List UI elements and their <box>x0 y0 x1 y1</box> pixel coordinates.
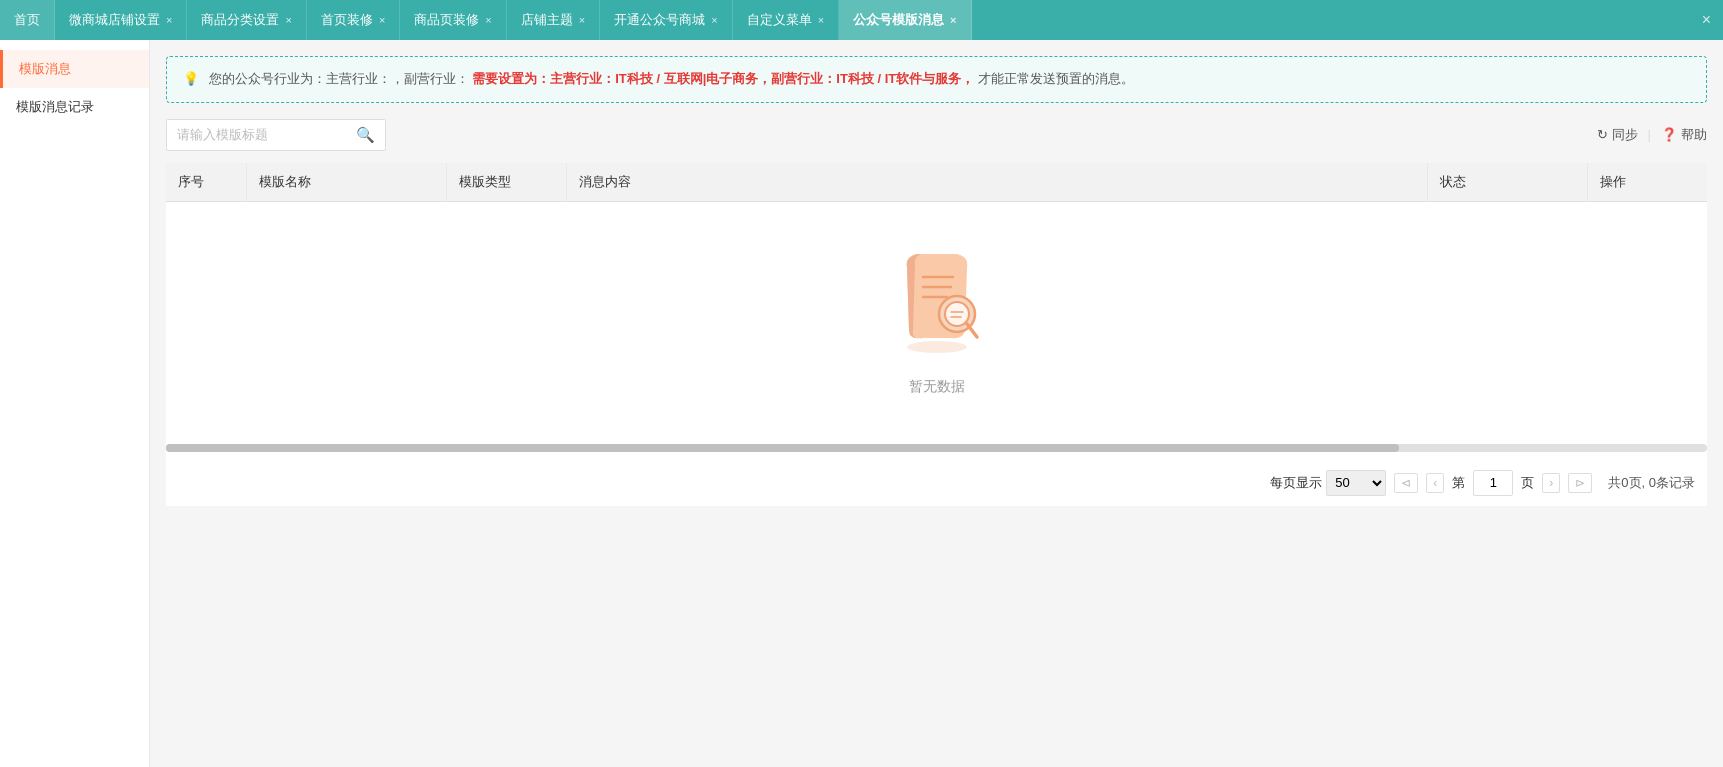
sync-icon: ↻ <box>1597 127 1608 142</box>
col-header-content: 消息内容 <box>566 163 1427 202</box>
nav-tab-close-4[interactable]: × <box>485 14 491 26</box>
page-size-select: 每页显示 50 20 100 <box>1270 470 1386 496</box>
content-area: 💡 您的公众号行业为：主营行业：，副营行业： 需要设置为：主营行业：IT科技 /… <box>150 40 1723 767</box>
help-label: 帮助 <box>1681 126 1707 144</box>
col-header-action: 操作 <box>1587 163 1707 202</box>
page-label: 第 <box>1452 474 1465 492</box>
page-unit: 页 <box>1521 474 1534 492</box>
empty-state: 暂无数据 <box>166 202 1707 436</box>
notice-prefix: 您的公众号行业为：主营行业：，副营行业： <box>209 71 469 86</box>
main-layout: 模版消息模版消息记录 💡 您的公众号行业为：主营行业：，副营行业： 需要设置为：… <box>0 40 1723 767</box>
help-icon: ❓ <box>1661 127 1677 142</box>
top-nav: 首页微商城店铺设置×商品分类设置×首页装修×商品页装修×店铺主题×开通公众号商城… <box>0 0 1723 40</box>
nav-tab-close-5[interactable]: × <box>579 14 585 26</box>
nav-tab-0[interactable]: 首页 <box>0 0 55 40</box>
notice-suffix: 才能正常发送预置的消息。 <box>978 71 1134 86</box>
next-page-button[interactable]: › <box>1542 473 1560 493</box>
nav-tab-7[interactable]: 自定义菜单× <box>733 0 839 40</box>
sidebar-item-0[interactable]: 模版消息 <box>0 50 149 88</box>
total-info: 共0页, 0条记录 <box>1608 474 1695 492</box>
nav-tab-close-7[interactable]: × <box>818 14 824 26</box>
divider: | <box>1648 127 1651 142</box>
toolbar-right: ↻ 同步 | ❓ 帮助 <box>1597 126 1707 144</box>
col-header-status: 状态 <box>1427 163 1587 202</box>
search-input[interactable] <box>166 119 386 151</box>
col-header-serial: 序号 <box>166 163 246 202</box>
nav-tab-close-8[interactable]: × <box>950 14 956 26</box>
last-page-button[interactable]: ⊳ <box>1568 473 1592 493</box>
sidebar-item-1[interactable]: 模版消息记录 <box>0 88 149 126</box>
notice-box: 💡 您的公众号行业为：主营行业：，副营行业： 需要设置为：主营行业：IT科技 /… <box>166 56 1707 103</box>
table-wrapper: 序号 模版名称 模版类型 消息内容 状态 操作 <box>166 163 1707 506</box>
col-header-type: 模版类型 <box>446 163 566 202</box>
pagination: 每页显示 50 20 100 ⊲ ‹ 第 页 › ⊳ 共0页, 0条记录 <box>166 460 1707 506</box>
nav-tab-close-2[interactable]: × <box>285 14 291 26</box>
col-header-name: 模版名称 <box>246 163 446 202</box>
scrollbar-thumb[interactable] <box>166 444 1399 452</box>
nav-tab-1[interactable]: 微商城店铺设置× <box>55 0 187 40</box>
svg-point-0 <box>907 341 967 353</box>
notice-highlight: 需要设置为：主营行业：IT科技 / 互联网|电子商务，副营行业：IT科技 / I… <box>472 71 974 86</box>
page-number-input[interactable] <box>1473 470 1513 496</box>
sync-label: 同步 <box>1612 126 1638 144</box>
close-all-button[interactable]: × <box>1690 11 1723 29</box>
per-page-label: 每页显示 <box>1270 474 1322 492</box>
scrollbar-track[interactable] <box>166 444 1707 452</box>
nav-tab-2[interactable]: 商品分类设置× <box>187 0 306 40</box>
per-page-select[interactable]: 50 20 100 <box>1326 470 1386 496</box>
nav-tab-3[interactable]: 首页装修× <box>307 0 400 40</box>
sidebar: 模版消息模版消息记录 <box>0 40 150 767</box>
notice-icon: 💡 <box>183 71 199 86</box>
nav-tab-4[interactable]: 商品页装修× <box>400 0 506 40</box>
nav-tab-close-3[interactable]: × <box>379 14 385 26</box>
empty-icon <box>877 242 997 362</box>
svg-point-5 <box>945 302 969 326</box>
search-bar: 🔍 ↻ 同步 | ❓ 帮助 <box>166 119 1707 151</box>
search-button[interactable]: 🔍 <box>356 126 375 144</box>
empty-text: 暂无数据 <box>909 378 965 396</box>
nav-tab-8[interactable]: 公众号模版消息× <box>839 0 971 40</box>
nav-tab-close-6[interactable]: × <box>711 14 717 26</box>
sync-button[interactable]: ↻ 同步 <box>1597 126 1638 144</box>
nav-tab-close-1[interactable]: × <box>166 14 172 26</box>
help-button[interactable]: ❓ 帮助 <box>1661 126 1707 144</box>
prev-page-button[interactable]: ‹ <box>1426 473 1444 493</box>
data-table: 序号 模版名称 模版类型 消息内容 状态 操作 <box>166 163 1707 202</box>
table-header-row: 序号 模版名称 模版类型 消息内容 状态 操作 <box>166 163 1707 202</box>
first-page-button[interactable]: ⊲ <box>1394 473 1418 493</box>
nav-tab-6[interactable]: 开通公众号商城× <box>600 0 732 40</box>
nav-tab-5[interactable]: 店铺主题× <box>507 0 600 40</box>
